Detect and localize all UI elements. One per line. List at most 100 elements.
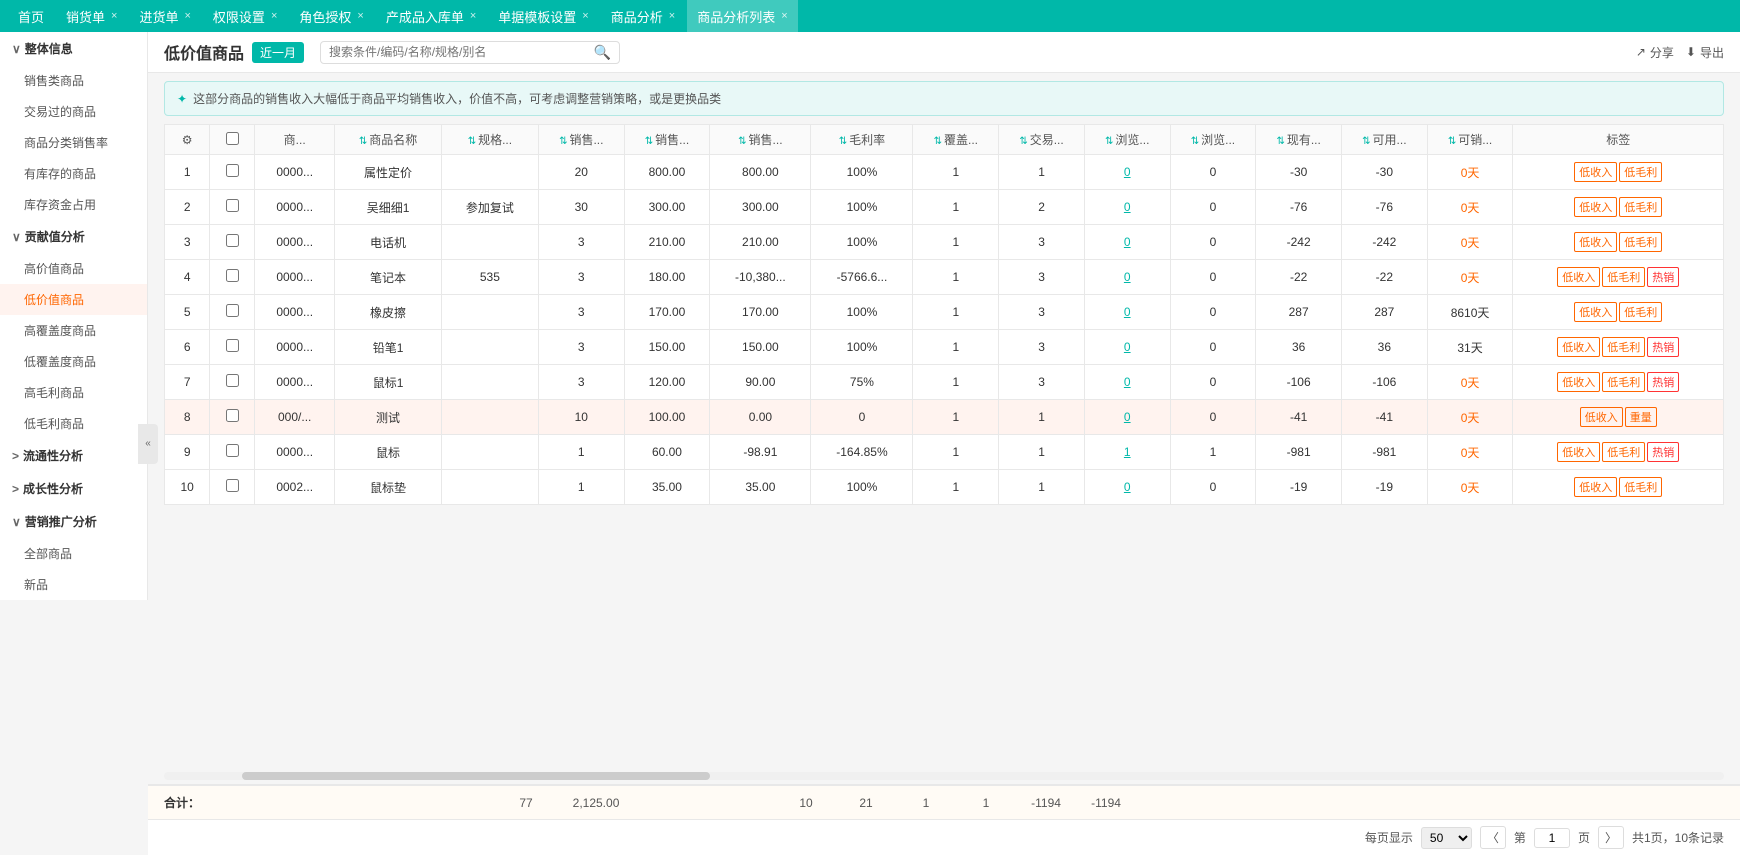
sidebar-item-0-1[interactable]: 交易过的商品 (0, 96, 147, 127)
nav-item-analysis-list[interactable]: 商品分析列表× (687, 0, 797, 32)
sidebar-item-1-0[interactable]: 高价值商品 (0, 253, 147, 284)
browse1-link-9[interactable]: 0 (1124, 480, 1131, 494)
col-header-sales_qty[interactable]: ⇅销售... (538, 125, 624, 155)
col-header-tags[interactable]: 标签 (1513, 125, 1724, 155)
row-checkbox-1[interactable] (210, 190, 255, 225)
col-header-browse2[interactable]: ⇅浏览... (1170, 125, 1256, 155)
browse1-link-5[interactable]: 0 (1124, 340, 1131, 354)
row-checkbox-0[interactable] (210, 155, 255, 190)
nav-close-analysis-list[interactable]: × (781, 10, 787, 22)
select-all-checkbox[interactable] (226, 132, 239, 145)
nav-item-template[interactable]: 单据模板设置× (488, 0, 598, 32)
col-header-checkbox[interactable] (210, 125, 255, 155)
row-check-4[interactable] (226, 304, 239, 317)
sidebar-group-0[interactable]: ∨整体信息 (0, 32, 147, 65)
col-header-spec[interactable]: ⇅规格... (441, 125, 538, 155)
export-button[interactable]: ⬇ 导出 (1686, 44, 1724, 61)
col-header-transaction[interactable]: ⇅交易... (999, 125, 1085, 155)
sidebar-item-4-0[interactable]: 全部商品 (0, 538, 147, 569)
row-checkbox-8[interactable] (210, 435, 255, 470)
row-check-3[interactable] (226, 269, 239, 282)
share-button[interactable]: ↗ 分享 (1636, 44, 1674, 61)
col-header-code[interactable]: 商... (255, 125, 335, 155)
row-browse1-3[interactable]: 0 (1084, 260, 1170, 295)
col-header-saleable[interactable]: ⇅可销... (1427, 125, 1513, 155)
sidebar-item-4-1[interactable]: 新品 (0, 569, 147, 600)
search-input[interactable] (329, 45, 594, 59)
row-browse1-1[interactable]: 0 (1084, 190, 1170, 225)
row-browse1-4[interactable]: 0 (1084, 295, 1170, 330)
nav-item-sales[interactable]: 销货单× (56, 0, 127, 32)
nav-close-sales[interactable]: × (111, 10, 117, 22)
scrollbar-thumb[interactable] (242, 772, 710, 780)
time-filter-button[interactable]: 近一月 (252, 42, 304, 63)
sidebar-item-1-2[interactable]: 高覆盖度商品 (0, 315, 147, 346)
sidebar-item-1-4[interactable]: 高毛利商品 (0, 377, 147, 408)
col-header-browse1[interactable]: ⇅浏览... (1084, 125, 1170, 155)
row-browse1-7[interactable]: 0 (1084, 400, 1170, 435)
page-size-select[interactable]: 50 100 200 (1421, 827, 1472, 849)
nav-close-analysis[interactable]: × (669, 10, 675, 22)
next-page-button[interactable]: 〉 (1598, 826, 1624, 849)
sidebar-item-0-3[interactable]: 有库存的商品 (0, 158, 147, 189)
sidebar-group-3[interactable]: >成长性分析 (0, 472, 147, 505)
row-check-1[interactable] (226, 199, 239, 212)
col-header-coverage[interactable]: ⇅覆盖... (913, 125, 999, 155)
nav-item-role[interactable]: 角色授权× (289, 0, 373, 32)
col-header-name[interactable]: ⇅商品名称 (335, 125, 442, 155)
row-check-6[interactable] (226, 374, 239, 387)
nav-close-role[interactable]: × (357, 10, 363, 22)
row-checkbox-2[interactable] (210, 225, 255, 260)
row-check-0[interactable] (226, 164, 239, 177)
nav-item-purchase[interactable]: 进货单× (129, 0, 200, 32)
sidebar-item-1-5[interactable]: 低毛利商品 (0, 408, 147, 439)
nav-close-purchase[interactable]: × (184, 10, 190, 22)
row-browse1-0[interactable]: 0 (1084, 155, 1170, 190)
row-check-9[interactable] (226, 479, 239, 492)
col-header-current_stock[interactable]: ⇅现有... (1256, 125, 1342, 155)
row-check-5[interactable] (226, 339, 239, 352)
row-check-2[interactable] (226, 234, 239, 247)
browse1-link-2[interactable]: 0 (1124, 235, 1131, 249)
row-checkbox-6[interactable] (210, 365, 255, 400)
row-checkbox-5[interactable] (210, 330, 255, 365)
browse1-link-7[interactable]: 0 (1124, 410, 1131, 424)
sidebar-group-2[interactable]: >流通性分析 (0, 439, 147, 472)
row-browse1-8[interactable]: 1 (1084, 435, 1170, 470)
nav-close-template[interactable]: × (582, 10, 588, 22)
search-icon[interactable]: 🔍 (594, 44, 611, 61)
col-header-sales_amount[interactable]: ⇅销售... (710, 125, 811, 155)
sidebar-group-1[interactable]: ∨贡献值分析 (0, 220, 147, 253)
nav-item-product[interactable]: 产成品入库单× (376, 0, 486, 32)
row-checkbox-3[interactable] (210, 260, 255, 295)
row-browse1-6[interactable]: 0 (1084, 365, 1170, 400)
row-browse1-5[interactable]: 0 (1084, 330, 1170, 365)
sidebar-item-0-4[interactable]: 库存资金占用 (0, 189, 147, 220)
browse1-link-1[interactable]: 0 (1124, 200, 1131, 214)
horizontal-scrollbar[interactable] (164, 772, 1724, 780)
row-check-7[interactable] (226, 409, 239, 422)
col-header-margin[interactable]: ⇅毛利率 (811, 125, 913, 155)
nav-close-product[interactable]: × (470, 10, 476, 22)
col-header-sales_price[interactable]: ⇅销售... (624, 125, 710, 155)
row-checkbox-9[interactable] (210, 470, 255, 505)
browse1-link-4[interactable]: 0 (1124, 305, 1131, 319)
browse1-link-3[interactable]: 0 (1124, 270, 1131, 284)
nav-close-permission[interactable]: × (271, 10, 277, 22)
nav-item-home[interactable]: 首页 (8, 0, 54, 32)
browse1-link-8[interactable]: 1 (1124, 445, 1131, 459)
page-input[interactable] (1534, 828, 1570, 848)
sidebar-item-0-2[interactable]: 商品分类销售率 (0, 127, 147, 158)
first-page-button[interactable]: 〈 (1480, 826, 1506, 849)
col-header-settings[interactable]: ⚙ (165, 125, 210, 155)
nav-item-permission[interactable]: 权限设置× (203, 0, 287, 32)
sidebar-item-1-3[interactable]: 低覆盖度商品 (0, 346, 147, 377)
sidebar-item-1-1[interactable]: 低价值商品 (0, 284, 147, 315)
row-browse1-2[interactable]: 0 (1084, 225, 1170, 260)
sidebar-group-4[interactable]: ∨营销推广分析 (0, 505, 147, 538)
row-check-8[interactable] (226, 444, 239, 457)
row-browse1-9[interactable]: 0 (1084, 470, 1170, 505)
col-header-available[interactable]: ⇅可用... (1342, 125, 1428, 155)
row-checkbox-4[interactable] (210, 295, 255, 330)
sidebar-item-0-0[interactable]: 销售类商品 (0, 65, 147, 96)
